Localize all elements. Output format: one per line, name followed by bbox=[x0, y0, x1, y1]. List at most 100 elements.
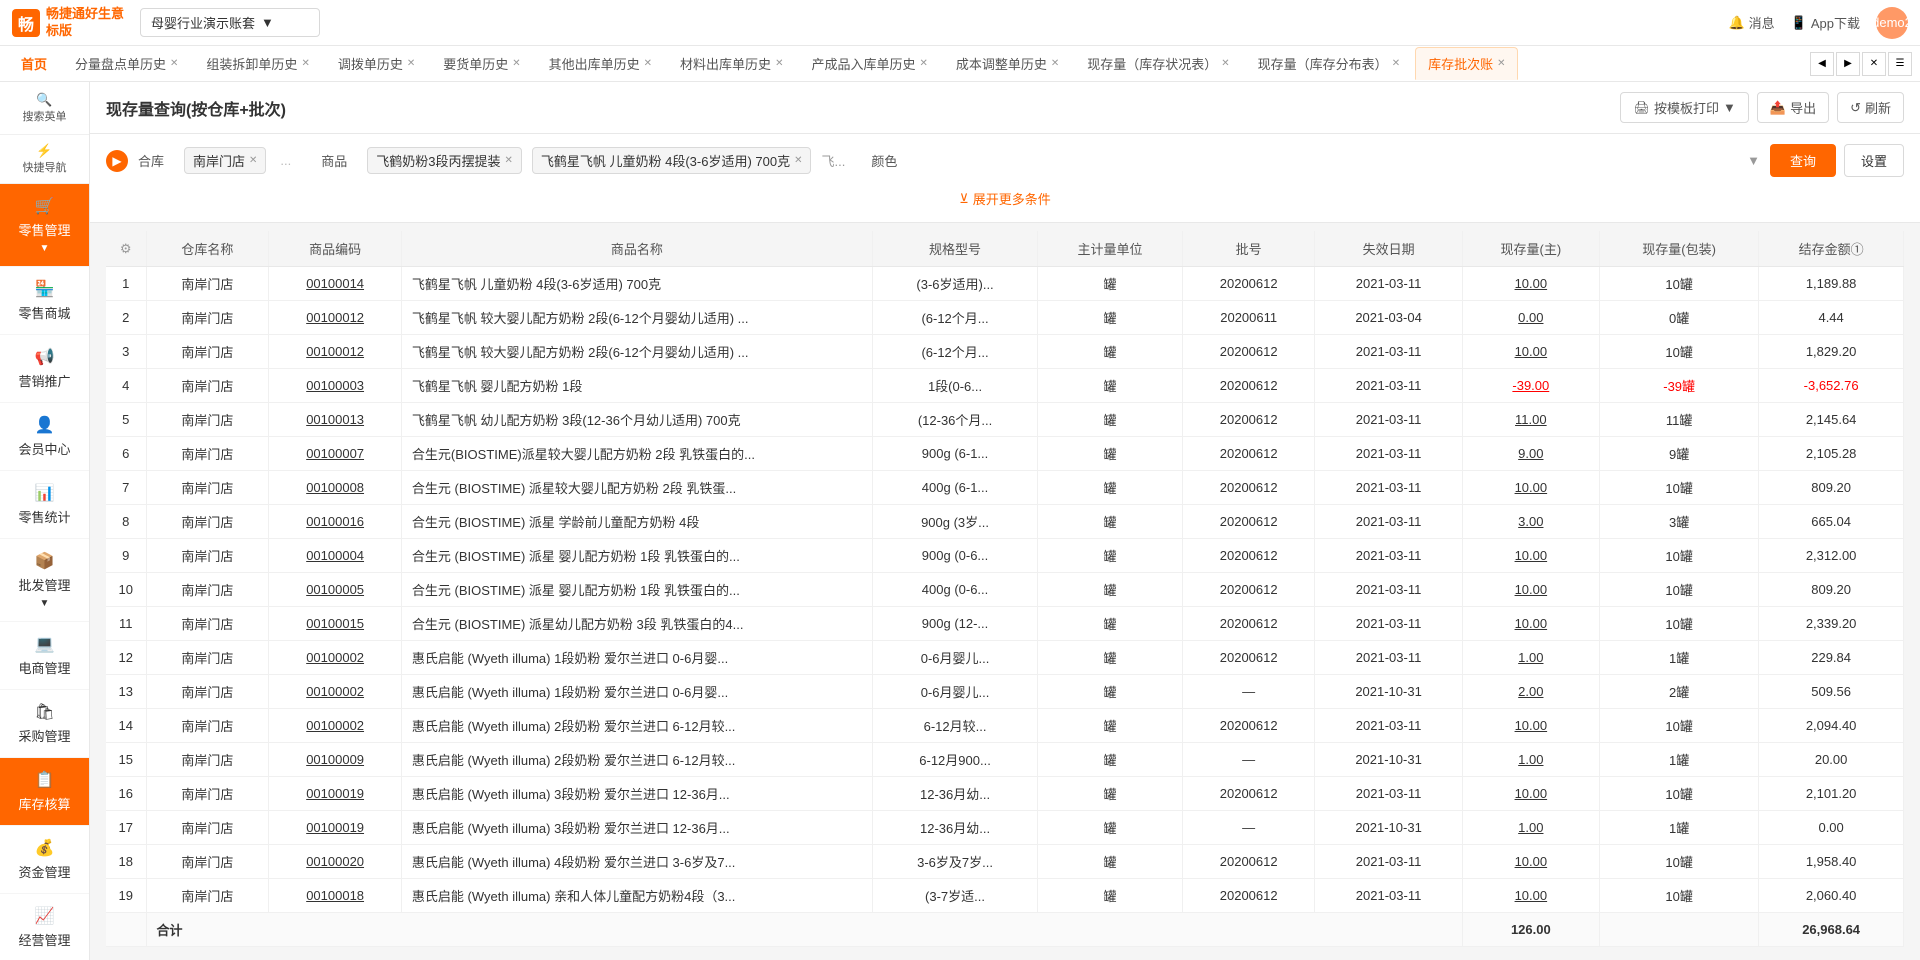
close-tab-cai-liao[interactable]: ✕ bbox=[775, 58, 783, 69]
cell-qty-main[interactable]: 2.00 bbox=[1462, 675, 1599, 709]
app-download-btn[interactable]: 📱 App下载 bbox=[1791, 13, 1860, 32]
cell-code[interactable]: 00100019 bbox=[269, 811, 402, 845]
cell-qty-main[interactable]: 10.00 bbox=[1462, 573, 1599, 607]
cell-qty-main[interactable]: 10.00 bbox=[1462, 777, 1599, 811]
cell-code[interactable]: 00100013 bbox=[269, 403, 402, 437]
sidebar-item-purchase[interactable]: 🛍 采购管理 bbox=[0, 690, 89, 758]
cell-qty-main[interactable]: 10.00 bbox=[1462, 471, 1599, 505]
tab-close-current[interactable]: ✕ bbox=[1862, 52, 1886, 76]
cell-qty-main[interactable]: 10.00 bbox=[1462, 539, 1599, 573]
message-btn[interactable]: 🔔 消息 bbox=[1728, 13, 1774, 32]
cell-qty-main[interactable]: 10.00 bbox=[1462, 845, 1599, 879]
tab-zu-chai[interactable]: 组装拆卸单历史 ✕ bbox=[193, 47, 322, 80]
product-tag-0-close[interactable]: ✕ bbox=[504, 155, 512, 166]
cell-code[interactable]: 00100019 bbox=[269, 777, 402, 811]
close-tab-xian-cun-1[interactable]: ✕ bbox=[1221, 58, 1229, 69]
cell-code[interactable]: 00100002 bbox=[269, 675, 402, 709]
cell-code[interactable]: 00100002 bbox=[269, 709, 402, 743]
tab-chan-pin-ru[interactable]: 产成品入库单历史 ✕ bbox=[798, 47, 940, 80]
settings-icon[interactable]: ⚙ bbox=[120, 241, 132, 256]
cell-code[interactable]: 00100003 bbox=[269, 369, 402, 403]
sidebar-item-operations[interactable]: 📈 经营管理 bbox=[0, 894, 89, 960]
cell-code[interactable]: 00100007 bbox=[269, 437, 402, 471]
cell-qty-main[interactable]: 10.00 bbox=[1462, 709, 1599, 743]
sidebar-item-inventory[interactable]: 📋 库存核算 bbox=[0, 758, 89, 826]
close-tab-chan-pin-ru[interactable]: ✕ bbox=[919, 58, 927, 69]
cell-qty-main[interactable]: 10.00 bbox=[1462, 879, 1599, 913]
product-tag-0[interactable]: 飞鹤奶粉3段丙摆提装 ✕ bbox=[367, 147, 522, 174]
cell-code[interactable]: 00100018 bbox=[269, 879, 402, 913]
cell-code[interactable]: 00100004 bbox=[269, 539, 402, 573]
account-selector[interactable]: 母婴行业演示账套 ▼ bbox=[140, 8, 320, 37]
close-tab-qi-ta-chu[interactable]: ✕ bbox=[644, 58, 652, 69]
cell-code[interactable]: 00100015 bbox=[269, 607, 402, 641]
template-print-btn[interactable]: 🖨 按模板打印 ▼ bbox=[1620, 92, 1748, 123]
cell-code[interactable]: 00100012 bbox=[269, 301, 402, 335]
tab-fen-pan[interactable]: 分量盘点单历史 ✕ bbox=[62, 47, 191, 80]
cell-qty-main[interactable]: 11.00 bbox=[1462, 403, 1599, 437]
sidebar-item-retail-shop[interactable]: 🏪 零售商城 bbox=[0, 267, 89, 335]
cell-qty-main[interactable]: -39.00 bbox=[1462, 369, 1599, 403]
cell-code[interactable]: 00100016 bbox=[269, 505, 402, 539]
sidebar-item-finance[interactable]: 💰 资金管理 bbox=[0, 826, 89, 894]
sidebar-item-retail-mgmt[interactable]: 🛒 零售管理 ▼ bbox=[0, 184, 89, 267]
tab-scroll-right[interactable]: ▶ bbox=[1836, 52, 1860, 76]
cell-code[interactable]: 00100002 bbox=[269, 641, 402, 675]
cell-qty-main[interactable]: 10.00 bbox=[1462, 335, 1599, 369]
cell-qty-main[interactable]: 1.00 bbox=[1462, 641, 1599, 675]
cell-qty-main[interactable]: 0.00 bbox=[1462, 301, 1599, 335]
close-tab-xian-cun-2[interactable]: ✕ bbox=[1392, 58, 1400, 69]
cell-amount: 2,145.64 bbox=[1759, 403, 1904, 437]
tab-xian-cun-1[interactable]: 现存量（库存状况表） ✕ bbox=[1074, 47, 1242, 80]
cell-code[interactable]: 00100009 bbox=[269, 743, 402, 777]
cell-qty-main[interactable]: 1.00 bbox=[1462, 811, 1599, 845]
product-tag-1-close[interactable]: ✕ bbox=[794, 155, 802, 166]
cell-qty-main[interactable]: 9.00 bbox=[1462, 437, 1599, 471]
sidebar-item-quick-nav[interactable]: ⚡ 快捷导航 bbox=[0, 135, 89, 184]
sidebar-item-wholesale[interactable]: 📦 批发管理 ▼ bbox=[0, 539, 89, 622]
cell-qty-main[interactable]: 1.00 bbox=[1462, 743, 1599, 777]
set-btn[interactable]: 设置 bbox=[1844, 144, 1904, 177]
cell-code[interactable]: 00100005 bbox=[269, 573, 402, 607]
color-dropdown-arrow[interactable]: ▼ bbox=[1747, 153, 1760, 168]
sidebar-item-marketing[interactable]: 📢 营销推广 bbox=[0, 335, 89, 403]
expand-conditions-btn[interactable]: ⊻ 展开更多条件 bbox=[959, 189, 1051, 208]
col-settings[interactable]: ⚙ bbox=[106, 231, 146, 267]
close-tab-cheng-ben[interactable]: ✕ bbox=[1051, 58, 1059, 69]
tab-ku-cun[interactable]: 库存批次账 ✕ bbox=[1415, 47, 1518, 80]
close-tab-zu-chai[interactable]: ✕ bbox=[301, 58, 309, 69]
warehouse-tag-close[interactable]: ✕ bbox=[249, 155, 257, 166]
tab-cheng-ben[interactable]: 成本调整单历史 ✕ bbox=[943, 47, 1072, 80]
avatar[interactable]: demo2 bbox=[1876, 7, 1908, 39]
tab-cai-liao[interactable]: 材料出库单历史 ✕ bbox=[667, 47, 796, 80]
product-tag-1[interactable]: 飞鹤星飞帆 儿童奶粉 4段(3-6岁适用) 700克 ✕ bbox=[532, 147, 812, 174]
tab-more[interactable]: ☰ bbox=[1888, 52, 1912, 76]
close-tab-tiao-bo[interactable]: ✕ bbox=[407, 58, 415, 69]
query-btn[interactable]: 查询 bbox=[1770, 144, 1836, 177]
cell-code[interactable]: 00100008 bbox=[269, 471, 402, 505]
tab-qi-ta-chu[interactable]: 其他出库单历史 ✕ bbox=[536, 47, 665, 80]
cell-qty-main[interactable]: 10.00 bbox=[1462, 607, 1599, 641]
cell-qty-main[interactable]: 3.00 bbox=[1462, 505, 1599, 539]
product-more[interactable]: 飞... bbox=[821, 151, 845, 170]
sidebar-item-member[interactable]: 👤 会员中心 bbox=[0, 403, 89, 471]
filter-toggle-btn[interactable]: ▶ bbox=[106, 150, 128, 172]
close-tab-fen-pan[interactable]: ✕ bbox=[170, 58, 178, 69]
close-tab-ku-cun[interactable]: ✕ bbox=[1497, 58, 1505, 69]
cell-qty-main[interactable]: 10.00 bbox=[1462, 267, 1599, 301]
tab-home[interactable]: 首页 bbox=[8, 47, 60, 80]
tab-scroll-left[interactable]: ◀ bbox=[1810, 52, 1834, 76]
warehouse-tag[interactable]: 南岸门店 ✕ bbox=[184, 147, 266, 174]
sidebar-item-search[interactable]: 🔍 搜索英单 bbox=[0, 82, 89, 135]
cell-code[interactable]: 00100012 bbox=[269, 335, 402, 369]
sidebar-item-retail-stat[interactable]: 📊 零售统计 bbox=[0, 471, 89, 539]
close-tab-yao-huo[interactable]: ✕ bbox=[512, 58, 520, 69]
sidebar-item-ecommerce[interactable]: 💻 电商管理 bbox=[0, 622, 89, 690]
tab-tiao-bo[interactable]: 调拨单历史 ✕ bbox=[325, 47, 428, 80]
tab-yao-huo[interactable]: 要货单历史 ✕ bbox=[430, 47, 533, 80]
cell-code[interactable]: 00100020 bbox=[269, 845, 402, 879]
cell-code[interactable]: 00100014 bbox=[269, 267, 402, 301]
tab-xian-cun-2[interactable]: 现存量（库存分布表） ✕ bbox=[1245, 47, 1413, 80]
refresh-btn[interactable]: ↺ 刷新 bbox=[1837, 92, 1904, 123]
export-btn[interactable]: 📤 导出 bbox=[1757, 92, 1829, 123]
